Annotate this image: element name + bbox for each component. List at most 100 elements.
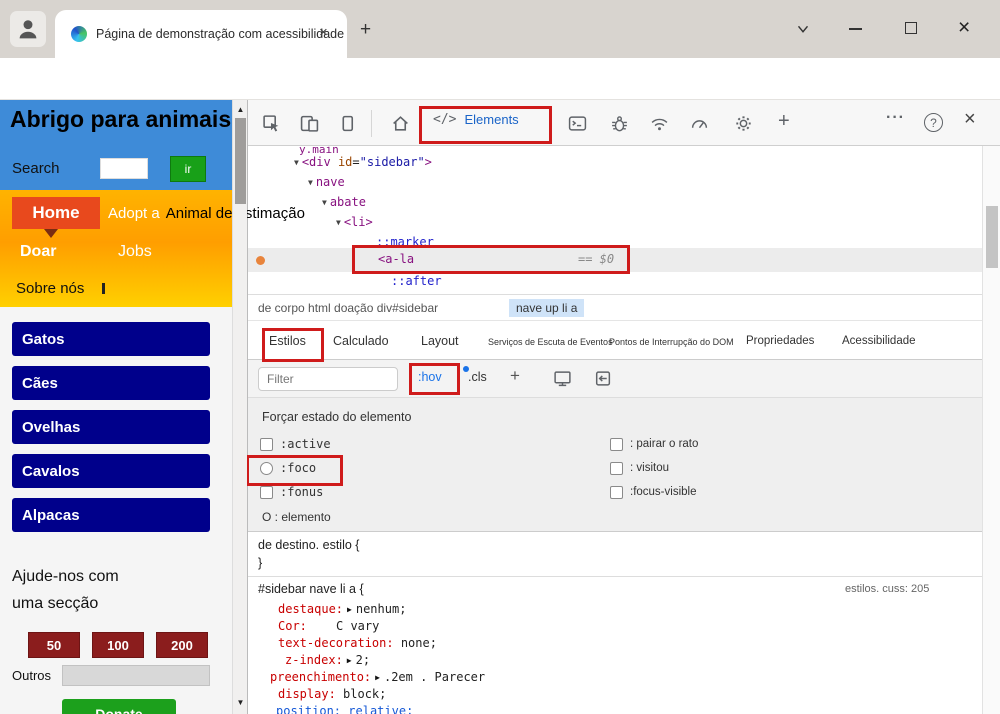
checkbox-visited[interactable]	[610, 462, 623, 475]
checkbox-fonus[interactable]	[260, 486, 273, 499]
expand-arrow-icon[interactable]: ▶	[347, 656, 352, 665]
profile-avatar[interactable]	[10, 11, 46, 47]
category-ovelhas-button[interactable]: Ovelhas	[12, 410, 210, 444]
tab-layout[interactable]: Layout	[421, 334, 459, 348]
label-fonus: :fonus	[280, 485, 323, 499]
dom-node-a[interactable]: <a-la	[378, 252, 414, 266]
inspect-icon[interactable]	[262, 114, 282, 134]
tab-calculado[interactable]: Calculado	[333, 334, 389, 348]
expand-arrow-icon[interactable]: ▶	[347, 605, 352, 614]
devtools-scrollbar[interactable]	[982, 146, 1000, 714]
dom-node-marker[interactable]: ::marker	[376, 235, 434, 249]
rule-source-link[interactable]: estilos. cuss: 205	[845, 583, 929, 595]
inline-style-open[interactable]: de destino. estilo {	[258, 538, 359, 552]
devtools-scrollbar-thumb[interactable]	[986, 206, 998, 268]
expander-icon[interactable]: ▼	[294, 158, 299, 167]
page-scrollbar-thumb[interactable]	[235, 118, 246, 204]
other-amount-input[interactable]	[62, 665, 210, 686]
dom-selected-row[interactable]: <a-la == $0	[248, 248, 982, 272]
styles-pane: de destino. estilo { } #sidebar nave li …	[248, 532, 982, 714]
home-icon[interactable]	[391, 114, 411, 134]
nav-adopt-link[interactable]: Adopt a	[108, 205, 160, 222]
tab-search-chevron-icon[interactable]	[794, 20, 812, 38]
page-scrollbar[interactable]: ▲ ▼	[232, 100, 247, 714]
cls-toggle[interactable]: .cls	[468, 370, 487, 384]
performance-icon[interactable]	[690, 114, 710, 134]
breakpoint-dot	[256, 256, 265, 265]
checkbox-active[interactable]	[260, 438, 273, 451]
maximize-icon[interactable]	[905, 22, 917, 34]
scroll-down-icon[interactable]: ▼	[233, 698, 248, 707]
amount-50-button[interactable]: 50	[28, 632, 80, 658]
computed-monitor-icon[interactable]	[553, 369, 572, 388]
nav-about-link[interactable]: Sobre nós	[16, 280, 84, 297]
expander-icon[interactable]: ▼	[308, 178, 313, 187]
window-close-icon[interactable]: ×	[958, 16, 970, 40]
bug-icon[interactable]	[610, 114, 630, 134]
donate-button[interactable]: Donate	[62, 699, 176, 714]
minimize-icon[interactable]	[849, 28, 862, 30]
page-search-input[interactable]	[100, 158, 148, 179]
category-caes-button[interactable]: Cães	[12, 366, 210, 400]
elements-tab-label: Elements	[464, 112, 518, 127]
expander-icon[interactable]: ▼	[336, 218, 341, 227]
nav-jobs-link[interactable]: Jobs	[118, 243, 152, 261]
tab-estilos[interactable]: Estilos	[269, 334, 306, 348]
checkbox-foco[interactable]	[260, 462, 273, 475]
new-style-rule-icon[interactable]: +	[510, 366, 520, 386]
css-property-row[interactable]: z-index:▶2;	[285, 653, 370, 667]
css-property-row[interactable]: display: block;	[278, 687, 386, 701]
hov-toggle[interactable]: :hov	[418, 370, 442, 384]
breadcrumb-path[interactable]: de corpo html doação div#sidebar	[258, 301, 438, 315]
box-arrow-icon[interactable]	[593, 369, 612, 388]
dom-node-div-sidebar[interactable]: ▼<div id="sidebar">	[294, 155, 432, 169]
browser-tab[interactable]: Página de demonstração com acessibilidad…	[55, 10, 347, 58]
checkbox-focus-visible[interactable]	[610, 486, 623, 499]
scroll-up-icon[interactable]: ▲	[233, 105, 248, 114]
breadcrumb-selected-chip[interactable]: nave up li a	[509, 299, 584, 317]
amount-100-button[interactable]: 100	[92, 632, 144, 658]
browser-navbar: Ferramentas de programação 1 1 y-testing…	[0, 58, 1000, 100]
tab-title: Página de demonstração com acessibilidad…	[96, 27, 344, 41]
expander-icon[interactable]: ▼	[322, 198, 327, 207]
css-property-row[interactable]: position: relative;	[276, 704, 413, 714]
tab-event-listeners[interactable]: Serviços de Escuta de Eventos	[488, 337, 613, 347]
tab-properties[interactable]: Propriedades	[746, 335, 814, 347]
dom-node-after[interactable]: ::after	[391, 274, 442, 288]
dom-tree: y.main ▼<div id="sidebar"> ▼nave ▼abate …	[248, 146, 982, 294]
category-alpacas-button[interactable]: Alpacas	[12, 498, 210, 532]
add-tab-icon[interactable]: +	[778, 110, 790, 133]
category-cavalos-button[interactable]: Cavalos	[12, 454, 210, 488]
search-go-button[interactable]: ir	[170, 156, 206, 182]
device-toolbar-icon[interactable]	[300, 114, 320, 134]
css-property-row[interactable]: Cor:C vary	[278, 619, 379, 633]
new-tab-icon[interactable]: +	[360, 19, 371, 41]
checkbox-hover[interactable]	[610, 438, 623, 451]
help-icon[interactable]: ?	[924, 113, 943, 132]
browser-window: Página de demonstração com acessibilidad…	[0, 0, 1000, 714]
dom-node-abate[interactable]: ▼abate	[322, 195, 366, 209]
dom-node-li[interactable]: ▼<li>	[336, 215, 373, 229]
css-property-row[interactable]: preenchimento:▶.2em . Parecer	[270, 670, 485, 684]
console-icon[interactable]	[568, 114, 588, 134]
category-gatos-button[interactable]: Gatos	[12, 322, 210, 356]
expand-arrow-icon[interactable]: ▶	[375, 673, 380, 682]
network-icon[interactable]	[650, 114, 670, 134]
dock-side-icon[interactable]	[338, 114, 358, 134]
css-property-row[interactable]: destaque:▶nenhum;	[278, 602, 406, 616]
rule-selector[interactable]: #sidebar nave li a {	[258, 582, 364, 596]
styles-filter-input[interactable]	[258, 367, 398, 391]
tab-dom-breakpoints[interactable]: Pontos de Interrupção do DOM	[609, 337, 734, 347]
devtools-close-icon[interactable]: ×	[964, 108, 976, 131]
tab-accessibility[interactable]: Acessibilidade	[842, 335, 916, 347]
settings-gear-icon[interactable]	[734, 114, 754, 134]
nav-donate-link[interactable]: Doar	[20, 243, 56, 261]
dom-node-nav[interactable]: ▼nave	[308, 175, 345, 189]
amount-200-button[interactable]: 200	[156, 632, 208, 658]
tab-close-icon[interactable]: ×	[319, 24, 328, 41]
nav-home-link[interactable]: Home	[12, 197, 100, 229]
css-property-row[interactable]: text-decoration: none;	[278, 636, 437, 650]
devtools-menu-icon[interactable]: ···	[886, 109, 905, 127]
page-title: Abrigo para animais	[10, 106, 231, 133]
tab-elements[interactable]: </> Elements	[433, 112, 519, 127]
